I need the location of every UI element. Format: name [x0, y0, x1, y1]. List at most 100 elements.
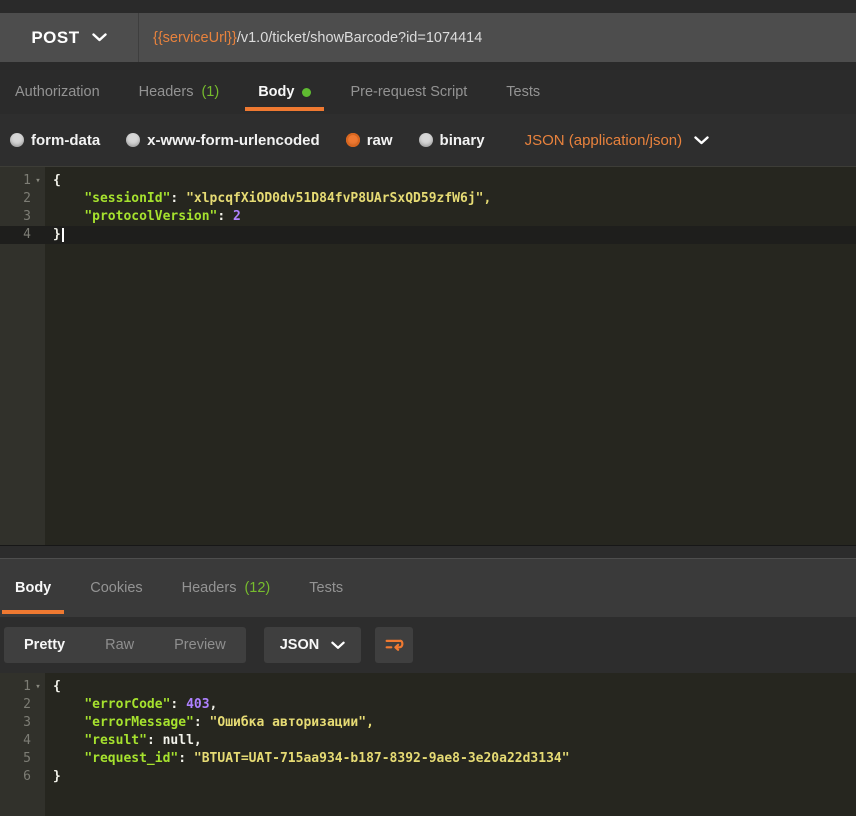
response-format-dropdown[interactable]: JSON [263, 627, 362, 663]
body-present-dot-icon [302, 87, 312, 97]
view-preview[interactable]: Preview [154, 627, 246, 663]
token-str: "Ошибка авторизации", [209, 715, 374, 730]
url-input[interactable]: {{serviceUrl}}/v1.0/ticket/showBarcode?i… [139, 13, 856, 62]
body-format-selector[interactable]: JSON (application/json) [525, 132, 710, 149]
token-key: "protocolVersion" [84, 209, 218, 224]
line-number-cell: 4 [0, 226, 45, 244]
body-type-x-www-form-urlencoded[interactable]: x-www-form-urlencoded [126, 132, 320, 149]
url-bar-gap [0, 62, 856, 70]
token-plain: : [178, 751, 194, 766]
tab-label: Authorization [15, 84, 100, 100]
radio-label: x-www-form-urlencoded [147, 131, 320, 149]
code-line: 2 "errorCode": 403, [0, 696, 856, 714]
request-url-bar: POST {{serviceUrl}}/v1.0/ticket/showBarc… [0, 13, 856, 62]
fold-caret-icon[interactable]: ▾ [31, 678, 45, 696]
response-tabs: Body Cookies Headers (12) Tests [0, 558, 856, 617]
token-plain: : [146, 733, 163, 748]
request-body-editor[interactable]: 1 ▾ {2 "sessionId": "xlpcqfXiOD0dv51D84fvP… [0, 167, 856, 545]
radio-selected-icon [345, 133, 360, 147]
code-text: "result": null, [45, 732, 856, 750]
response-toolbar: Pretty Raw Preview JSON [0, 617, 856, 673]
request-tab-tests[interactable]: Tests [493, 70, 553, 114]
wrap-lines-button[interactable] [375, 627, 414, 663]
code-text[interactable]: } [45, 226, 856, 244]
line-number-cell: 2 [0, 190, 45, 208]
code-text[interactable]: "protocolVersion": 2 [45, 208, 856, 226]
wrap-text-icon [385, 639, 404, 651]
token-plain: : [193, 715, 210, 730]
url-path: /v1.0/ticket/showBarcode?id=1074414 [236, 29, 483, 46]
code-text: "errorMessage": "Ошибка авторизации", [45, 714, 856, 732]
response-body-code: 1 ▾ {2 "errorCode": 403, 3 "errorMessage": … [0, 673, 856, 786]
radio-label: binary [439, 131, 485, 149]
tab-count-badge: (12) [244, 580, 271, 596]
line-number-cell: 6 [0, 768, 45, 786]
code-line: 4} [0, 226, 856, 244]
body-type-raw[interactable]: raw [345, 132, 393, 149]
tab-label: Tests [309, 580, 344, 596]
code-text[interactable]: "sessionId": "xlpcqfXiOD0dv51D84fvP8UArS… [45, 190, 856, 208]
tab-label: Tests [506, 84, 541, 100]
token-plain: } [53, 227, 61, 242]
section-divider[interactable] [0, 545, 856, 558]
token-key: "errorMessage" [84, 715, 194, 730]
active-tab-underline [2, 610, 65, 614]
tab-label: Headers [138, 84, 194, 100]
method-label: POST [31, 27, 80, 47]
line-number: 5 [23, 751, 31, 766]
response-view-switcher: Pretty Raw Preview [4, 627, 246, 663]
token-plain: : [170, 697, 187, 712]
token-str: "xlpcqfXiOD0dv51D84fvP8UArSxQD59zfW6j", [186, 191, 492, 206]
code-line: 3 "errorMessage": "Ошибка авторизации", [0, 714, 856, 732]
method-selector[interactable]: POST [0, 13, 138, 62]
tab-label: Cookies [90, 580, 143, 596]
code-text: } [45, 768, 856, 786]
chevron-down-icon [331, 641, 345, 649]
tab-label: Body [15, 580, 52, 596]
line-number: 1 [23, 679, 31, 694]
code-line: 2 "sessionId": "xlpcqfXiOD0dv51D84fvP8UA… [0, 190, 856, 208]
text-cursor [61, 228, 64, 242]
code-line: 3 "protocolVersion": 2 [0, 208, 856, 226]
code-text: "request_id": "BTUAT=UAT-715aa934-b187-8… [45, 750, 856, 768]
response-body-viewer: 1 ▾ {2 "errorCode": 403, 3 "errorMessage": … [0, 673, 856, 816]
response-tab-body[interactable]: Body [2, 559, 65, 617]
view-pretty[interactable]: Pretty [4, 627, 85, 663]
token-plain: , [209, 697, 218, 712]
token-num: 2 [233, 209, 241, 224]
line-number: 4 [23, 733, 31, 748]
fold-caret-icon[interactable]: ▾ [31, 172, 45, 190]
request-tab-headers[interactable]: Headers (1) [126, 70, 233, 114]
line-number: 2 [23, 697, 31, 712]
body-type-options: form-data x-www-form-urlencoded raw binary [10, 132, 511, 149]
code-line: 5 "request_id": "BTUAT=UAT-715aa934-b187… [0, 750, 856, 768]
line-number-cell: 2 [0, 696, 45, 714]
request-tab-body[interactable]: Body [245, 70, 325, 114]
token-str: "BTUAT=UAT-715aa934-b187-8392-9ae8-3e20a… [193, 751, 570, 766]
active-tab-underline [245, 107, 325, 111]
token-plain: : [170, 191, 187, 206]
top-strip [0, 0, 856, 13]
response-tab-tests[interactable]: Tests [296, 559, 356, 617]
line-number: 3 [23, 209, 31, 224]
request-tab-authorization[interactable]: Authorization [2, 70, 113, 114]
line-number: 3 [23, 715, 31, 730]
response-tab-headers[interactable]: Headers (12) [169, 559, 284, 617]
token-key: "sessionId" [84, 191, 171, 206]
code-text[interactable]: { [45, 172, 856, 190]
body-type-form-data[interactable]: form-data [10, 132, 100, 149]
token-plain: null, [162, 733, 202, 748]
postman-window: POST {{serviceUrl}}/v1.0/ticket/showBarc… [0, 0, 856, 816]
line-number: 2 [23, 191, 31, 206]
body-type-binary[interactable]: binary [418, 131, 485, 149]
token-plain: { [53, 679, 61, 694]
radio-unselected-icon [10, 133, 24, 147]
response-tab-cookies[interactable]: Cookies [77, 559, 155, 617]
chevron-down-icon [694, 135, 709, 144]
request-tab-pre-request-script[interactable]: Pre-request Script [337, 70, 480, 114]
request-body-code: 1 ▾ {2 "sessionId": "xlpcqfXiOD0dv51D84fvP… [0, 167, 856, 244]
view-raw[interactable]: Raw [85, 627, 154, 663]
